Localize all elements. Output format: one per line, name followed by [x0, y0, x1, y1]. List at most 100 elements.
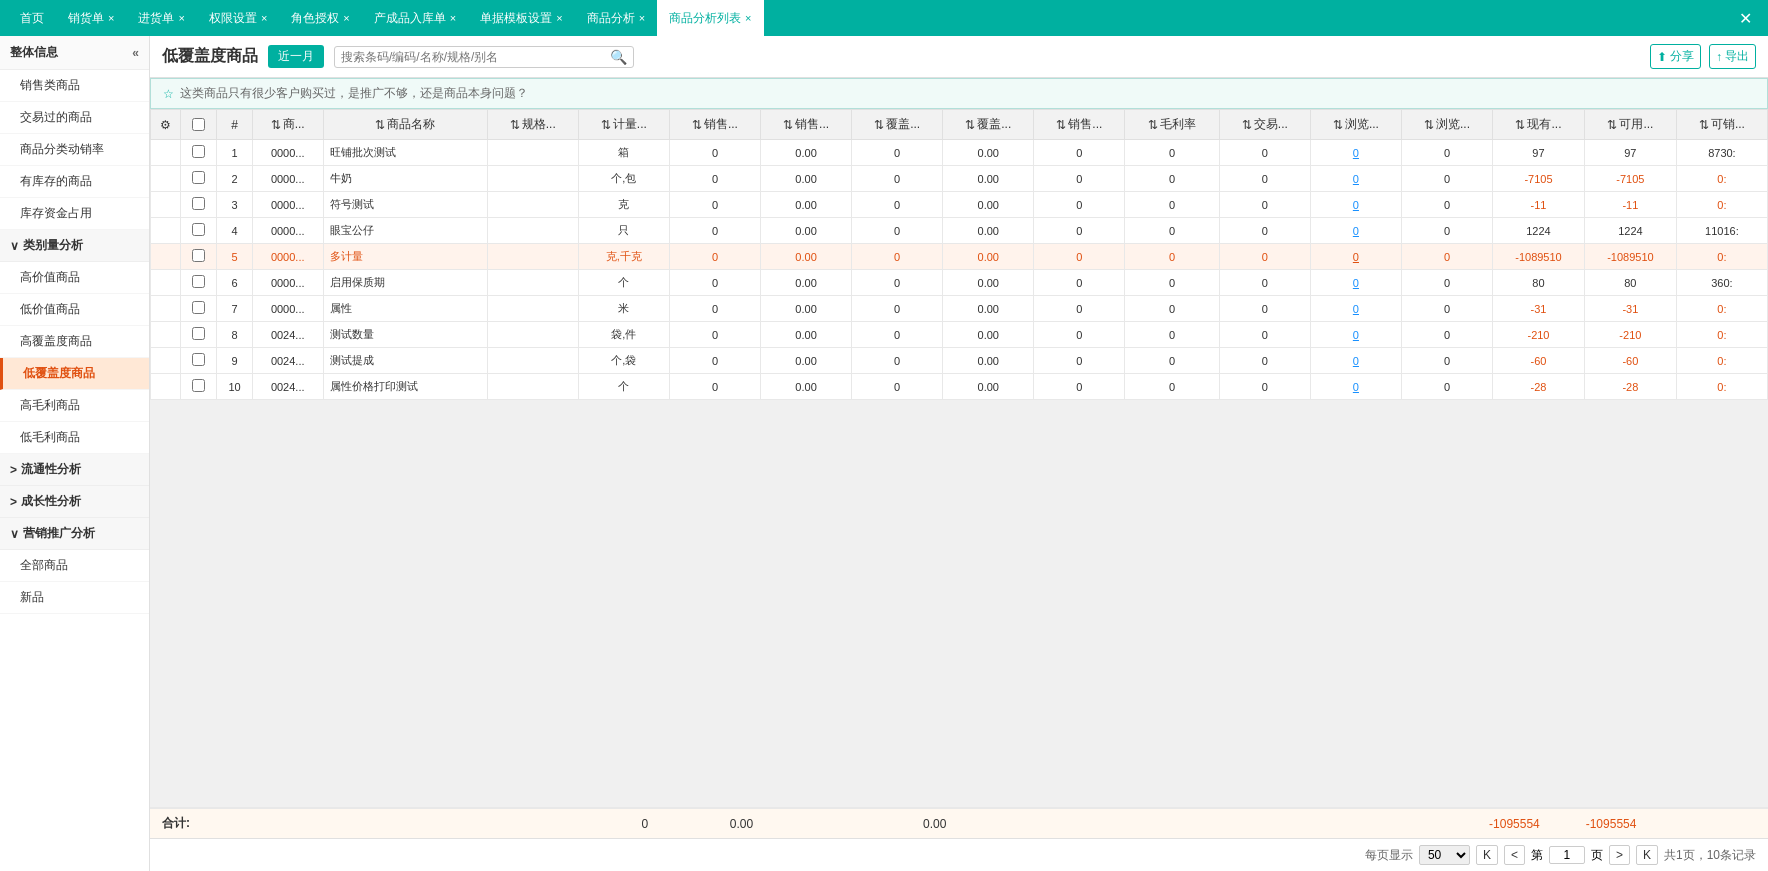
sidebar-item-high-coverage[interactable]: 高覆盖度商品	[0, 326, 149, 358]
row-checkbox[interactable]	[192, 353, 205, 366]
sidebar-collapse-btn[interactable]: «	[132, 46, 139, 60]
sidebar-item-sales-goods[interactable]: 销售类商品	[0, 70, 149, 102]
sort-icon-6[interactable]: ⇅	[783, 118, 793, 132]
export-button[interactable]: ↑ 导出	[1709, 44, 1756, 69]
sort-icon-7[interactable]: ⇅	[874, 118, 884, 132]
nav-sales[interactable]: 销货单 ×	[56, 0, 126, 36]
sidebar-item-all-goods[interactable]: 全部商品	[0, 550, 149, 582]
sort-icon-4[interactable]: ⇅	[601, 118, 611, 132]
time-filter-button[interactable]: 近一月	[268, 45, 324, 68]
nav-analysis-list-close[interactable]: ×	[745, 12, 751, 24]
nav-permissions[interactable]: 权限设置 ×	[197, 0, 279, 36]
sort-icon-14[interactable]: ⇅	[1515, 118, 1525, 132]
sidebar-item-turnover-rate[interactable]: 商品分类动销率	[0, 134, 149, 166]
cell-checkbox[interactable]	[181, 192, 217, 218]
sidebar-item-capital[interactable]: 库存资金占用	[0, 198, 149, 230]
sidebar-item-low-profit[interactable]: 低毛利商品	[0, 422, 149, 454]
row-checkbox[interactable]	[192, 301, 205, 314]
sidebar-item-new-goods[interactable]: 新品	[0, 582, 149, 614]
th-checkbox[interactable]	[181, 110, 217, 140]
cell-checkbox[interactable]	[181, 270, 217, 296]
page-size-select[interactable]: 50 100 200	[1419, 845, 1470, 865]
cell-checkbox[interactable]	[181, 218, 217, 244]
sidebar-item-high-profit[interactable]: 高毛利商品	[0, 390, 149, 422]
cell-checkbox[interactable]	[181, 244, 217, 270]
th-settings[interactable]: ⚙	[151, 110, 181, 140]
sidebar-group-marketing[interactable]: ∨ 营销推广分析	[0, 518, 149, 550]
nav-analysis-close[interactable]: ×	[639, 12, 645, 24]
cell-cov2: 0.00	[943, 218, 1034, 244]
sort-icon-15[interactable]: ⇅	[1607, 118, 1617, 132]
search-icon[interactable]: 🔍	[610, 49, 627, 65]
cell-browse1[interactable]: 0	[1310, 322, 1401, 348]
cell-browse1[interactable]: 0	[1310, 218, 1401, 244]
select-all-checkbox[interactable]	[192, 118, 205, 131]
cell-browse1[interactable]: 0	[1310, 374, 1401, 400]
cell-browse1[interactable]: 0	[1310, 192, 1401, 218]
close-all-button[interactable]: ✕	[1731, 9, 1760, 28]
cell-browse1[interactable]: 0	[1310, 140, 1401, 166]
row-checkbox[interactable]	[192, 223, 205, 236]
row-checkbox[interactable]	[192, 171, 205, 184]
sort-icon-5[interactable]: ⇅	[692, 118, 702, 132]
cell-checkbox[interactable]	[181, 322, 217, 348]
sort-icon[interactable]: ⇅	[271, 118, 281, 132]
sidebar-group-value[interactable]: ∨ 类别量分析	[0, 230, 149, 262]
sidebar-group-flow[interactable]: > 流通性分析	[0, 454, 149, 486]
nav-analysis[interactable]: 商品分析 ×	[575, 0, 657, 36]
row-checkbox[interactable]	[192, 275, 205, 288]
cell-checkbox[interactable]	[181, 140, 217, 166]
sidebar-item-traded-goods[interactable]: 交易过的商品	[0, 102, 149, 134]
sort-icon-16[interactable]: ⇅	[1699, 118, 1709, 132]
nav-purchase-close[interactable]: ×	[178, 12, 184, 24]
cell-checkbox[interactable]	[181, 374, 217, 400]
prev-page-button[interactable]: <	[1504, 845, 1525, 865]
nav-templates-close[interactable]: ×	[556, 12, 562, 24]
sort-icon-2[interactable]: ⇅	[375, 118, 385, 132]
sidebar-group-growth[interactable]: > 成长性分析	[0, 486, 149, 518]
cell-browse1[interactable]: 0	[1310, 166, 1401, 192]
nav-purchase[interactable]: 进货单 ×	[126, 0, 196, 36]
cell-current-inv: -11	[1493, 192, 1585, 218]
cell-checkbox[interactable]	[181, 296, 217, 322]
row-checkbox[interactable]	[192, 327, 205, 340]
sort-icon-12[interactable]: ⇅	[1333, 118, 1343, 132]
sort-icon-10[interactable]: ⇅	[1148, 118, 1158, 132]
page-input[interactable]	[1549, 846, 1585, 864]
next-page-button[interactable]: >	[1609, 845, 1630, 865]
row-checkbox[interactable]	[192, 145, 205, 158]
sort-icon-8[interactable]: ⇅	[965, 118, 975, 132]
sort-icon-3[interactable]: ⇅	[510, 118, 520, 132]
sort-icon-9[interactable]: ⇅	[1056, 118, 1066, 132]
nav-roles[interactable]: 角色授权 ×	[279, 0, 361, 36]
nav-templates[interactable]: 单据模板设置 ×	[468, 0, 574, 36]
cell-browse1[interactable]: 0	[1310, 348, 1401, 374]
cell-checkbox[interactable]	[181, 166, 217, 192]
sort-icon-11[interactable]: ⇅	[1242, 118, 1252, 132]
row-checkbox[interactable]	[192, 197, 205, 210]
last-page-button[interactable]: K	[1636, 845, 1658, 865]
cell-browse1[interactable]: 0	[1310, 244, 1401, 270]
search-input[interactable]	[341, 50, 610, 64]
row-checkbox[interactable]	[192, 379, 205, 392]
nav-roles-close[interactable]: ×	[343, 12, 349, 24]
first-page-button[interactable]: K	[1476, 845, 1498, 865]
nav-products[interactable]: 产成品入库单 ×	[362, 0, 468, 36]
sidebar-item-low-value[interactable]: 低价值商品	[0, 294, 149, 326]
nav-sales-close[interactable]: ×	[108, 12, 114, 24]
sidebar-item-inventory[interactable]: 有库存的商品	[0, 166, 149, 198]
sort-icon-13[interactable]: ⇅	[1424, 118, 1434, 132]
cell-browse1[interactable]: 0	[1310, 296, 1401, 322]
sidebar-item-high-value[interactable]: 高价值商品	[0, 262, 149, 294]
cell-checkbox[interactable]	[181, 348, 217, 374]
notice-text: 这类商品只有很少客户购买过，是推广不够，还是商品本身问题？	[180, 85, 528, 102]
nav-home[interactable]: 首页	[8, 0, 56, 36]
share-button[interactable]: ⬆ 分享	[1650, 44, 1701, 69]
nav-products-close[interactable]: ×	[450, 12, 456, 24]
nav-permissions-close[interactable]: ×	[261, 12, 267, 24]
nav-analysis-list[interactable]: 商品分析列表 ×	[657, 0, 763, 36]
cell-num: 3	[217, 192, 252, 218]
cell-browse1[interactable]: 0	[1310, 270, 1401, 296]
sidebar-item-low-coverage[interactable]: 低覆盖度商品	[0, 358, 149, 390]
row-checkbox[interactable]	[192, 249, 205, 262]
